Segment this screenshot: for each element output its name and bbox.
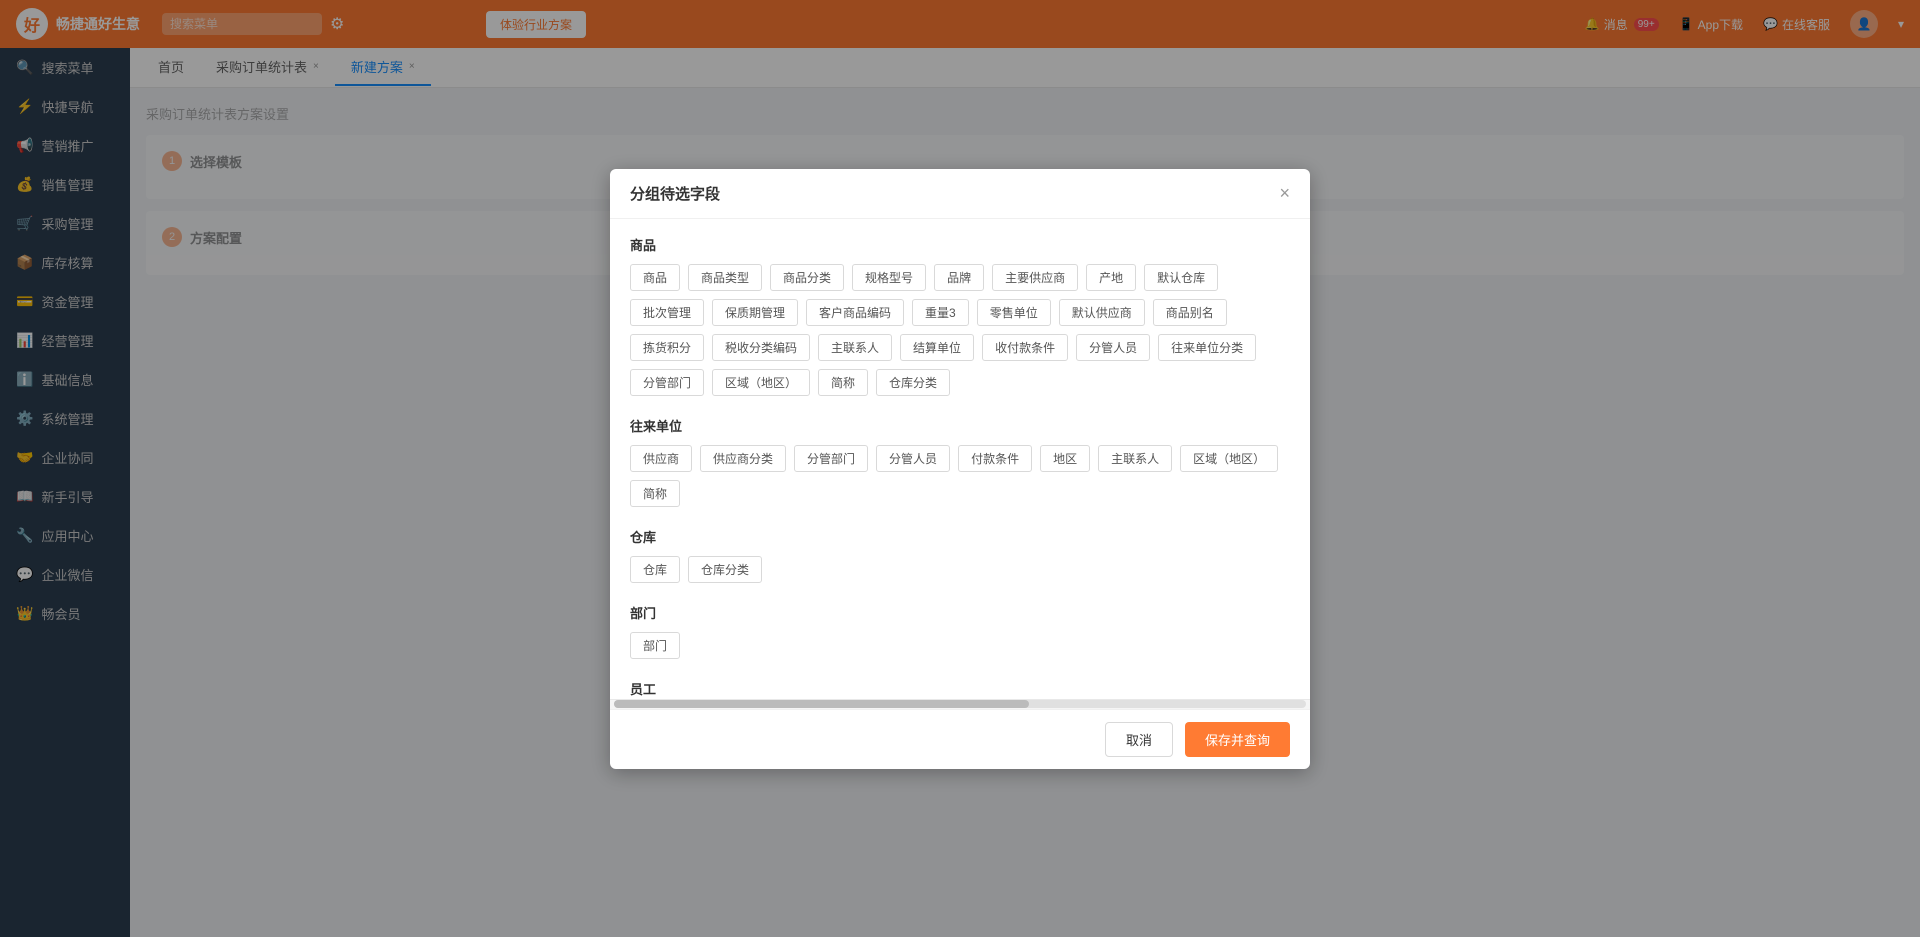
- modal-body: 商品商品商品类型商品分类规格型号品牌主要供应商产地默认仓库批次管理保质期管理客户…: [610, 219, 1310, 700]
- field-group-title-0: 商品: [630, 235, 1290, 254]
- field-group-4: 员工业务员: [630, 679, 1290, 700]
- field-tag-0-4[interactable]: 品牌: [934, 264, 984, 291]
- field-tag-1-3[interactable]: 分管人员: [876, 445, 950, 472]
- field-tag-0-25[interactable]: 仓库分类: [876, 369, 950, 396]
- field-tags-1: 供应商供应商分类分管部门分管人员付款条件地区主联系人区域（地区） 简称: [630, 445, 1290, 507]
- field-tag-1-7[interactable]: 区域（地区）: [1180, 445, 1278, 472]
- field-tag-0-21[interactable]: 往来单位分类: [1158, 334, 1256, 361]
- field-tag-0-13[interactable]: 默认供应商: [1059, 299, 1145, 326]
- field-tag-0-3[interactable]: 规格型号: [852, 264, 926, 291]
- field-tag-1-0[interactable]: 供应商: [630, 445, 692, 472]
- field-tag-0-20[interactable]: 分管人员: [1076, 334, 1150, 361]
- field-group-3: 部门部门: [630, 603, 1290, 659]
- field-tag-0-9[interactable]: 保质期管理: [712, 299, 798, 326]
- modal-overlay: 分组待选字段 × 商品商品商品类型商品分类规格型号品牌主要供应商产地默认仓库批次…: [0, 0, 1920, 937]
- field-tag-0-10[interactable]: 客户商品编码: [806, 299, 904, 326]
- field-tag-0-6[interactable]: 产地: [1086, 264, 1136, 291]
- field-tag-2-1[interactable]: 仓库分类: [688, 556, 762, 583]
- field-tag-0-23[interactable]: 区域（地区）: [712, 369, 810, 396]
- field-tag-0-1[interactable]: 商品类型: [688, 264, 762, 291]
- modal-scrollbar-area: [610, 699, 1310, 708]
- modal-header: 分组待选字段 ×: [610, 169, 1310, 219]
- field-select-modal: 分组待选字段 × 商品商品商品类型商品分类规格型号品牌主要供应商产地默认仓库批次…: [610, 169, 1310, 769]
- save-button[interactable]: 保存并查询: [1185, 722, 1290, 757]
- field-tag-0-7[interactable]: 默认仓库: [1144, 264, 1218, 291]
- field-tag-0-8[interactable]: 批次管理: [630, 299, 704, 326]
- horizontal-scrollbar[interactable]: [614, 700, 1306, 708]
- modal-title: 分组待选字段: [630, 183, 720, 204]
- field-tags-3: 部门: [630, 632, 1290, 659]
- field-tag-0-11[interactable]: 重量3: [912, 299, 969, 326]
- field-tag-1-4[interactable]: 付款条件: [958, 445, 1032, 472]
- field-tag-0-14[interactable]: 商品别名: [1153, 299, 1227, 326]
- field-tag-0-12[interactable]: 零售单位: [977, 299, 1051, 326]
- field-group-title-4: 员工: [630, 679, 1290, 698]
- field-group-title-1: 往来单位: [630, 416, 1290, 435]
- field-tag-1-6[interactable]: 主联系人: [1098, 445, 1172, 472]
- field-tag-0-15[interactable]: 拣货积分: [630, 334, 704, 361]
- field-group-title-3: 部门: [630, 603, 1290, 622]
- cancel-button[interactable]: 取消: [1105, 722, 1173, 757]
- field-tag-0-0[interactable]: 商品: [630, 264, 680, 291]
- field-tag-0-18[interactable]: 结算单位: [900, 334, 974, 361]
- field-group-2: 仓库仓库仓库分类: [630, 527, 1290, 583]
- field-tag-2-0[interactable]: 仓库: [630, 556, 680, 583]
- field-tag-0-22[interactable]: 分管部门: [630, 369, 704, 396]
- field-group-0: 商品商品商品类型商品分类规格型号品牌主要供应商产地默认仓库批次管理保质期管理客户…: [630, 235, 1290, 396]
- field-tag-1-5[interactable]: 地区: [1040, 445, 1090, 472]
- field-tag-1-8[interactable]: 简称: [630, 480, 680, 507]
- field-tag-1-1[interactable]: 供应商分类: [700, 445, 786, 472]
- field-tag-1-2[interactable]: 分管部门: [794, 445, 868, 472]
- field-tag-0-19[interactable]: 收付款条件: [982, 334, 1068, 361]
- field-tag-0-16[interactable]: 税收分类编码: [712, 334, 810, 361]
- field-tag-0-24[interactable]: 简称: [818, 369, 868, 396]
- scrollbar-thumb: [614, 700, 1029, 708]
- field-tag-3-0[interactable]: 部门: [630, 632, 680, 659]
- field-tag-0-5[interactable]: 主要供应商: [992, 264, 1078, 291]
- field-tags-2: 仓库仓库分类: [630, 556, 1290, 583]
- field-group-title-2: 仓库: [630, 527, 1290, 546]
- field-tag-0-17[interactable]: 主联系人: [818, 334, 892, 361]
- field-tags-0: 商品商品类型商品分类规格型号品牌主要供应商产地默认仓库批次管理保质期管理客户商品…: [630, 264, 1290, 396]
- field-group-1: 往来单位供应商供应商分类分管部门分管人员付款条件地区主联系人区域（地区） 简称: [630, 416, 1290, 507]
- field-tag-0-2[interactable]: 商品分类: [770, 264, 844, 291]
- modal-close-button[interactable]: ×: [1279, 184, 1290, 202]
- modal-footer: 取消 保存并查询: [610, 709, 1310, 769]
